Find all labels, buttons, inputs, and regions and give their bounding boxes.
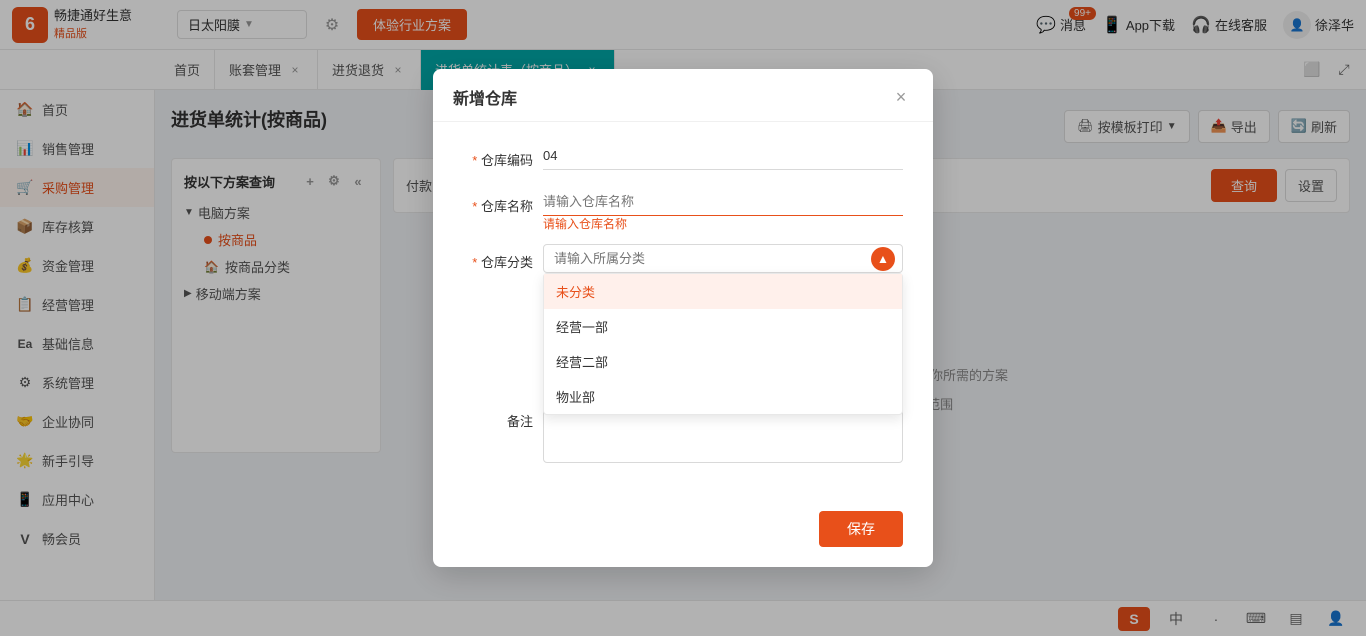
dialog-close-button[interactable]: ×	[889, 85, 913, 109]
dropdown-item-dept3[interactable]: 物业部	[544, 379, 902, 414]
category-arrow-icon[interactable]: ▲	[871, 247, 895, 271]
dropdown-item-dept1[interactable]: 经营一部	[544, 309, 902, 344]
dialog-header: 新增仓库 ×	[433, 69, 933, 122]
dialog-body: * 仓库编码 * 仓库名称 请输入仓库名称 *	[433, 122, 933, 501]
dialog-new-warehouse: 新增仓库 × * 仓库编码 * 仓库名称 请输入仓库名称	[433, 69, 933, 567]
category-label: * 仓库分类	[463, 244, 543, 271]
name-error-message: 请输入仓库名称	[543, 215, 627, 232]
modal-overlay: 新增仓库 × * 仓库编码 * 仓库名称 请输入仓库名称	[0, 0, 1366, 636]
dialog-title: 新增仓库	[453, 85, 517, 109]
category-input[interactable]	[543, 244, 903, 273]
form-row-category: * 仓库分类 ▲ 未分类 经营一部 经营二部 物业部	[463, 244, 903, 273]
code-label: * 仓库编码	[463, 142, 543, 169]
name-label: * 仓库名称	[463, 188, 543, 215]
form-row-name: * 仓库名称 请输入仓库名称	[463, 188, 903, 216]
note-label: 备注	[463, 403, 543, 430]
dropdown-item-dept2[interactable]: 经营二部	[544, 344, 902, 379]
code-input[interactable]	[543, 142, 903, 170]
save-button[interactable]: 保存	[819, 511, 903, 547]
dropdown-item-uncategorized[interactable]: 未分类	[544, 274, 902, 309]
name-input[interactable]	[543, 188, 903, 216]
category-dropdown: 未分类 经营一部 经营二部 物业部	[543, 273, 903, 415]
form-row-code: * 仓库编码	[463, 142, 903, 170]
category-select-wrap: ▲ 未分类 经营一部 经营二部 物业部	[543, 244, 903, 273]
dialog-footer: 保存	[433, 501, 933, 567]
